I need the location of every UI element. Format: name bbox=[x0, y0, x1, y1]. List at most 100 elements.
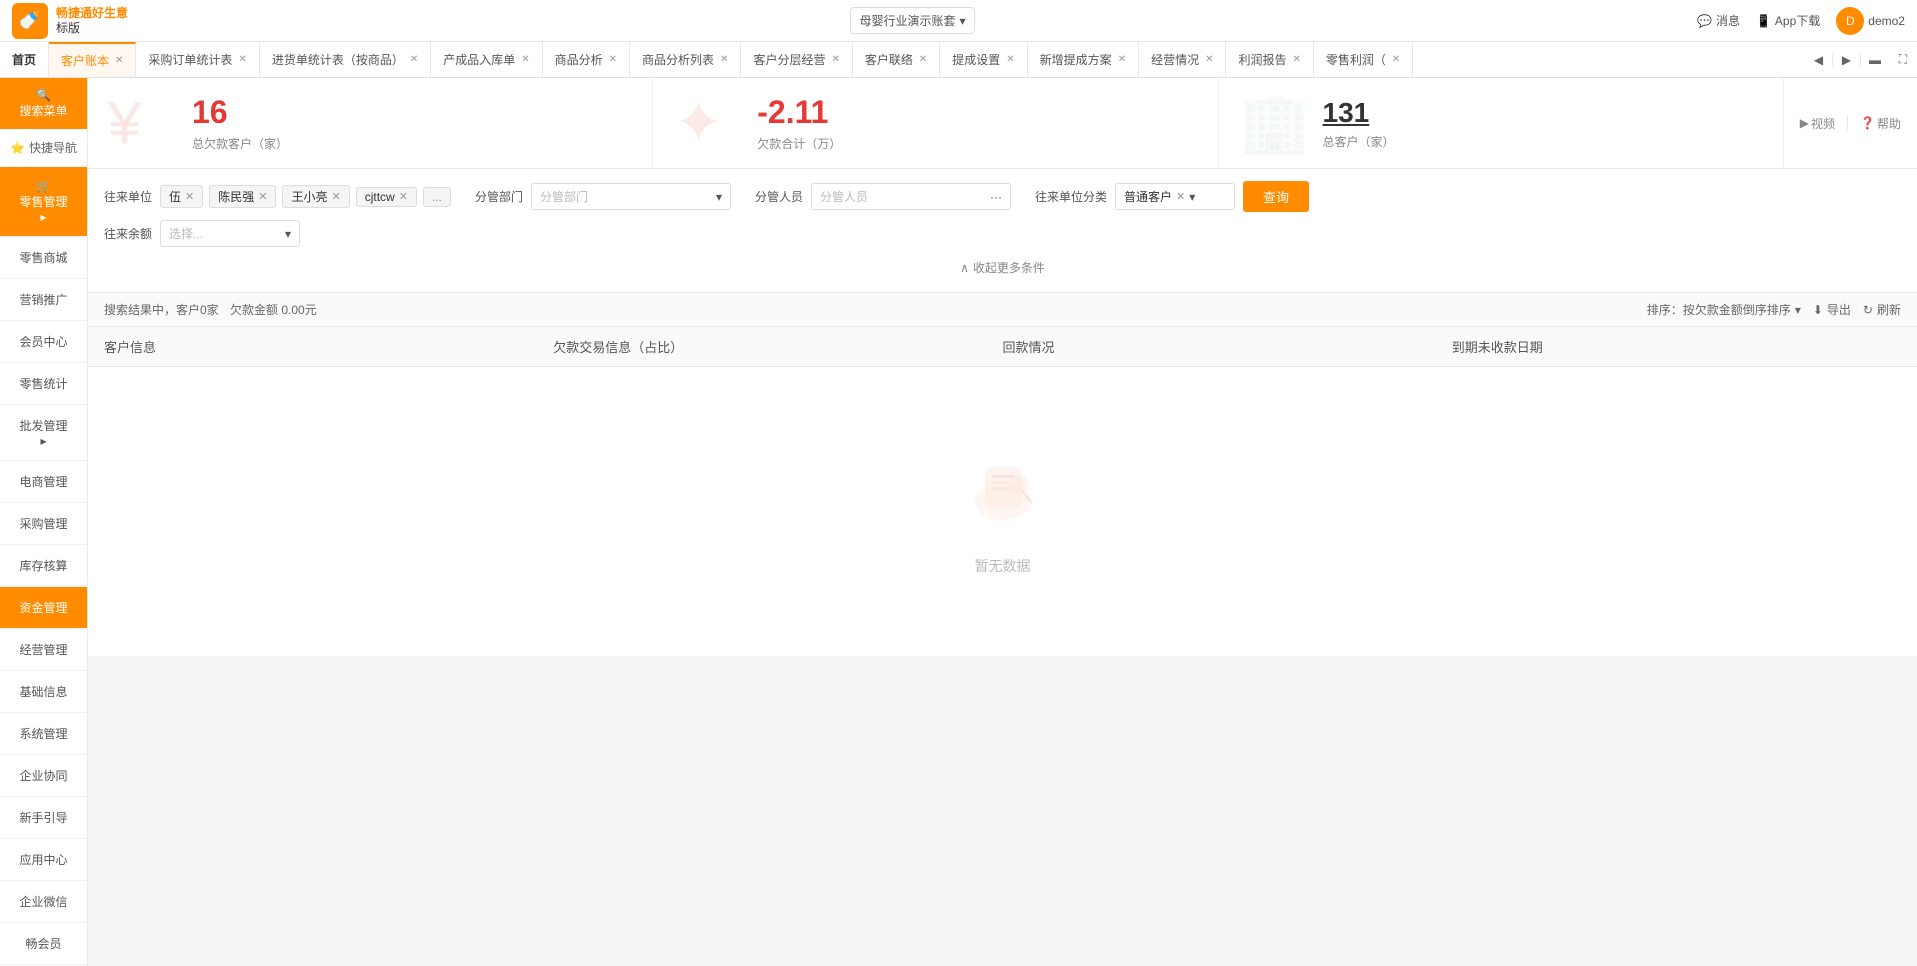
sidebar-item-wholesale[interactable]: 批发管理 ▸ bbox=[0, 405, 87, 461]
sidebar-item-guide[interactable]: 新手引导 bbox=[0, 797, 87, 839]
tab-close-profit-report[interactable]: ✕ bbox=[1293, 54, 1301, 65]
filter-tag-cjttcw-label: cjttcw bbox=[365, 190, 395, 204]
tab-customer-ledger[interactable]: 客户账本 ✕ bbox=[49, 42, 136, 77]
tab-product-analysis[interactable]: 商品分析 ✕ bbox=[543, 42, 630, 77]
sidebar-item-member[interactable]: 会员中心 bbox=[0, 321, 87, 363]
tab-purchase-order[interactable]: 采购订单统计表 ✕ bbox=[136, 42, 259, 77]
summary-cards: ¥ 16 总欠款客户（家） ✦ -2.11 欠款合计（万） 🏢 131 总客户（… bbox=[88, 78, 1917, 169]
tab-prev-button[interactable]: ◀ bbox=[1805, 53, 1833, 67]
tab-close-product-analysis-list[interactable]: ✕ bbox=[720, 54, 728, 65]
tab-close-retail-profit[interactable]: ✕ bbox=[1392, 54, 1400, 65]
table-col-customer: 客户信息 bbox=[104, 337, 553, 356]
person-select[interactable]: 分管人员 ··· bbox=[811, 183, 1011, 210]
tab-product-analysis-list[interactable]: 商品分析列表 ✕ bbox=[630, 42, 741, 77]
refresh-label: 刷新 bbox=[1877, 301, 1901, 318]
sidebar-item-collab[interactable]: 企业协同 bbox=[0, 755, 87, 797]
tab-operations[interactable]: 经营情况 ✕ bbox=[1139, 42, 1226, 77]
tab-close-customer-ledger[interactable]: ✕ bbox=[115, 55, 123, 66]
filter-tag-wu[interactable]: 伍 ✕ bbox=[160, 185, 203, 208]
results-actions: 排序：按欠款金额倒序排序 ▾ ⬇ 导出 ↻ 刷新 bbox=[1647, 301, 1901, 318]
balance-select[interactable]: 选择... ▾ bbox=[160, 220, 300, 247]
filter-tag-chen-close[interactable]: ✕ bbox=[258, 190, 267, 203]
tab-new-commission[interactable]: 新增提成方案 ✕ bbox=[1028, 42, 1139, 77]
sidebar-item-guide-label: 新手引导 bbox=[19, 809, 67, 826]
tab-close-production-inbound[interactable]: ✕ bbox=[521, 54, 529, 65]
tab-close-new-commission[interactable]: ✕ bbox=[1118, 54, 1126, 65]
sidebar-quicknav[interactable]: ⭐ 快捷导航 bbox=[0, 129, 87, 167]
filter-tag-cjttcw[interactable]: cjttcw ✕ bbox=[356, 187, 417, 207]
user-area[interactable]: D demo2 bbox=[1836, 7, 1905, 35]
filter-tag-wu-label: 伍 bbox=[169, 188, 181, 205]
query-button[interactable]: 查询 bbox=[1243, 181, 1309, 212]
tab-close-commission-settings[interactable]: ✕ bbox=[1006, 54, 1014, 65]
app-subtitle: 标版 bbox=[56, 21, 128, 35]
app-download-button[interactable]: 📱 App下载 bbox=[1756, 12, 1820, 29]
filter-tag-cjttcw-close[interactable]: ✕ bbox=[399, 190, 408, 203]
export-label: 导出 bbox=[1827, 301, 1851, 318]
sidebar-item-operations[interactable]: 经营管理 bbox=[0, 629, 87, 671]
refresh-button[interactable]: ↻ 刷新 bbox=[1863, 301, 1901, 318]
sidebar-item-inventory[interactable]: 库存核算 bbox=[0, 545, 87, 587]
tab-commission-settings[interactable]: 提成设置 ✕ bbox=[940, 42, 1027, 77]
store-selector[interactable]: 母婴行业演示账套 ▾ bbox=[850, 7, 974, 34]
tab-profit-report[interactable]: 利润报告 ✕ bbox=[1226, 42, 1313, 77]
sidebar-item-finance[interactable]: 资金管理 bbox=[0, 587, 87, 629]
tab-maximize-button[interactable]: ⛶ bbox=[1889, 52, 1917, 67]
debtors-bg-icon: ¥ bbox=[108, 89, 141, 158]
sidebar-item-system[interactable]: 系统管理 bbox=[0, 713, 87, 755]
tab-close-inbound-stats[interactable]: ✕ bbox=[410, 54, 418, 65]
sidebar-item-ecommerce-label: 电商管理 bbox=[19, 473, 67, 490]
filter-tag-wang[interactable]: 王小亮 ✕ bbox=[282, 185, 349, 208]
amount-bg-icon: ✦ bbox=[673, 88, 723, 158]
tab-minimize-button[interactable]: ▬ bbox=[1861, 53, 1889, 67]
dept-select[interactable]: 分管部门 ▾ bbox=[531, 183, 731, 210]
tab-retail-profit[interactable]: 零售利润（ ✕ bbox=[1314, 42, 1413, 77]
help-button[interactable]: ❓ 帮助 bbox=[1860, 115, 1901, 132]
sidebar-item-retail[interactable]: 🛒 零售管理 ▸ bbox=[0, 167, 87, 237]
tab-production-inbound[interactable]: 产成品入库单 ✕ bbox=[431, 42, 542, 77]
message-button[interactable]: 💬 消息 bbox=[1697, 12, 1740, 29]
tab-profit-report-label: 利润报告 bbox=[1238, 51, 1286, 68]
unit-classify-select[interactable]: 普通客户 ✕ ▾ bbox=[1115, 183, 1235, 210]
tab-inbound-stats[interactable]: 进货单统计表（按商品） ✕ bbox=[260, 42, 431, 77]
summary-card-total: 🏢 131 总客户（家） bbox=[1219, 78, 1784, 168]
tab-customer-tier[interactable]: 客户分层经营 ✕ bbox=[741, 42, 852, 77]
sidebar-item-app-center[interactable]: 应用中心 bbox=[0, 839, 87, 881]
tab-customer-contact[interactable]: 客户联络 ✕ bbox=[853, 42, 940, 77]
filter-tag-chen[interactable]: 陈民强 ✕ bbox=[209, 185, 276, 208]
tab-next-button[interactable]: ▶ bbox=[1833, 53, 1861, 67]
sort-select[interactable]: 排序：按欠款金额倒序排序 ▾ bbox=[1647, 301, 1801, 318]
sidebar-item-vip-label: 畅会员 bbox=[25, 935, 61, 952]
filter-tag-more[interactable]: ... bbox=[423, 187, 451, 207]
tab-customer-ledger-label: 客户账本 bbox=[61, 52, 109, 69]
tab-home[interactable]: 首页 bbox=[0, 42, 49, 77]
tab-close-purchase-order[interactable]: ✕ bbox=[238, 54, 246, 65]
sidebar-item-ecommerce[interactable]: 电商管理 bbox=[0, 461, 87, 503]
logo-area: 🍼 畅捷通好生意 标版 bbox=[12, 3, 128, 39]
download-icon: 📱 bbox=[1756, 14, 1771, 28]
tab-close-customer-contact[interactable]: ✕ bbox=[919, 54, 927, 65]
filter-tag-wang-close[interactable]: ✕ bbox=[332, 190, 341, 203]
tab-close-product-analysis[interactable]: ✕ bbox=[609, 54, 617, 65]
sidebar-item-purchase[interactable]: 采购管理 bbox=[0, 503, 87, 545]
tab-close-operations[interactable]: ✕ bbox=[1205, 54, 1213, 65]
sidebar-item-retail-mall[interactable]: 零售商城 bbox=[0, 237, 87, 279]
collapse-button[interactable]: ∧ 收起更多条件 bbox=[960, 259, 1045, 276]
video-button[interactable]: ▶ 视频 bbox=[1800, 115, 1835, 132]
sidebar-item-wechat[interactable]: 企业微信 bbox=[0, 881, 87, 923]
filter-tag-chen-label: 陈民强 bbox=[218, 188, 254, 205]
classify-tag-close[interactable]: ✕ bbox=[1176, 190, 1185, 203]
filter-row-2: 往来余额 选择... ▾ bbox=[104, 220, 1901, 247]
tab-close-customer-tier[interactable]: ✕ bbox=[831, 54, 839, 65]
export-button[interactable]: ⬇ 导出 bbox=[1813, 301, 1851, 318]
results-bar: 搜索结果中，客户0家 欠款金额 0.00元 排序：按欠款金额倒序排序 ▾ ⬇ 导… bbox=[88, 293, 1917, 327]
sidebar-item-retail-stats[interactable]: 零售统计 bbox=[0, 363, 87, 405]
unit-classify-label: 往来单位分类 bbox=[1035, 188, 1107, 205]
sidebar-item-vip[interactable]: 畅会员 bbox=[0, 923, 87, 965]
filter-tag-wu-close[interactable]: ✕ bbox=[185, 190, 194, 203]
sidebar-item-basic[interactable]: 基础信息 bbox=[0, 671, 87, 713]
classify-tag-normal[interactable]: 普通客户 ✕ bbox=[1124, 188, 1185, 205]
sidebar-item-marketing[interactable]: 营销推广 bbox=[0, 279, 87, 321]
filter-area: 往来单位 伍 ✕ 陈民强 ✕ 王小亮 ✕ cjttcw bbox=[88, 169, 1917, 293]
sidebar-search[interactable]: 🔍 搜索菜单 bbox=[0, 78, 87, 129]
